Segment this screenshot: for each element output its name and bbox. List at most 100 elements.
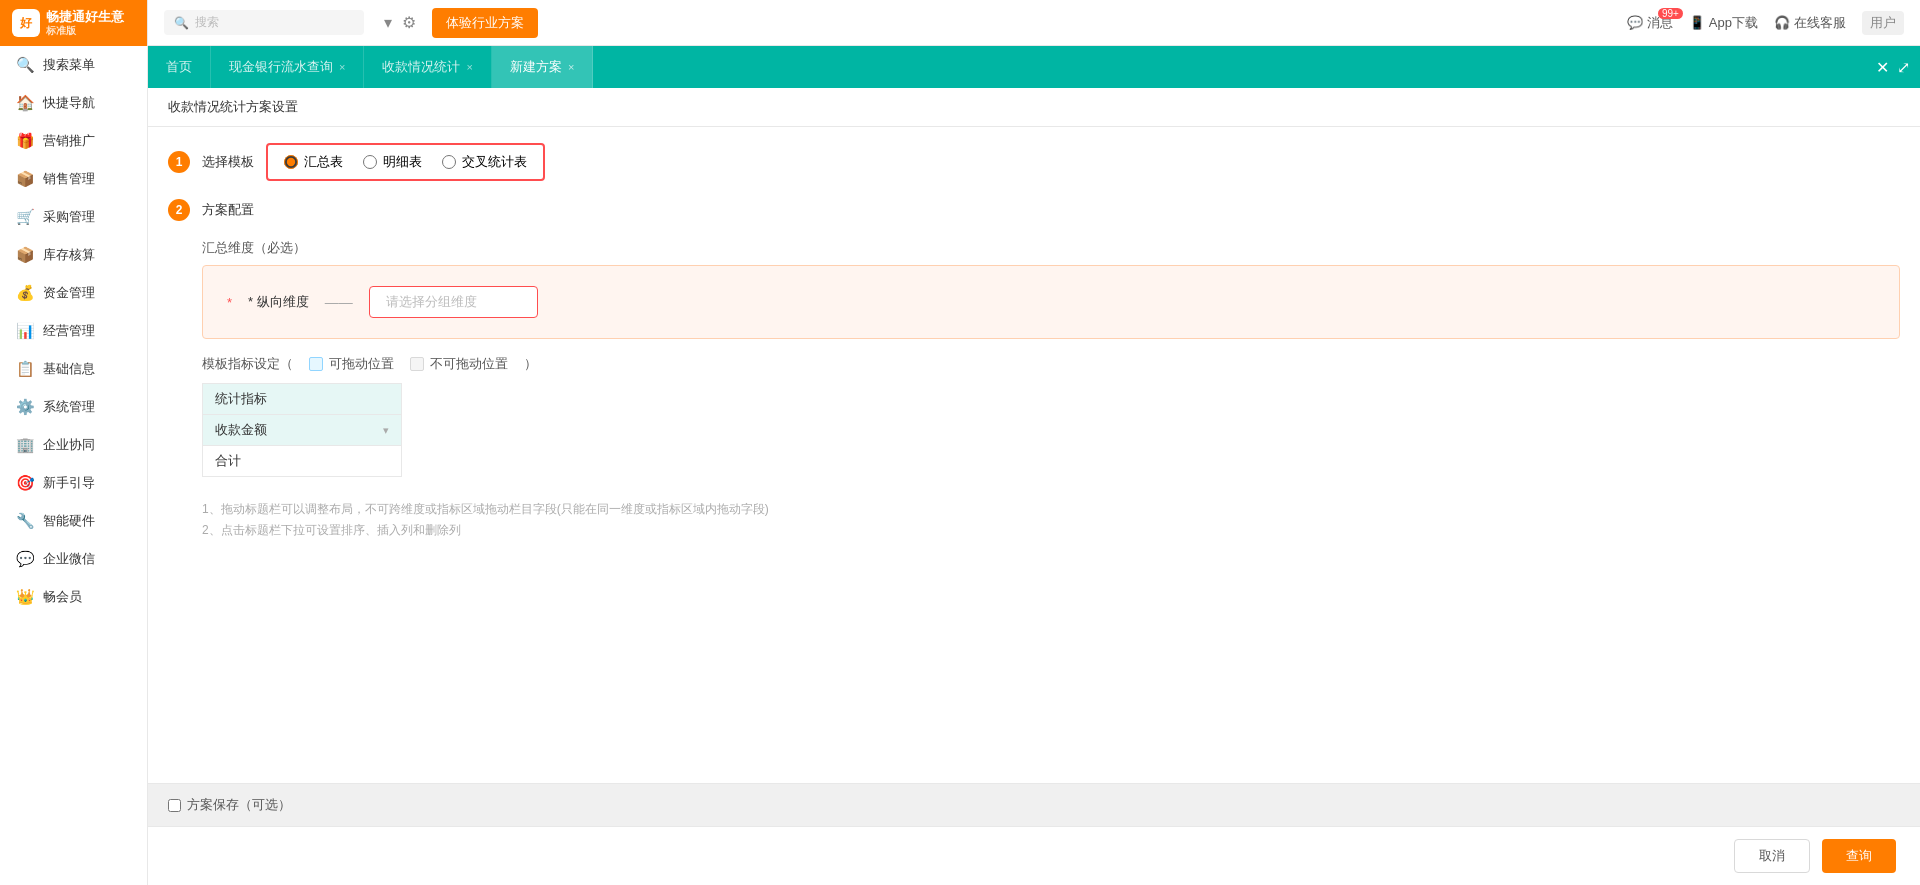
sidebar-marketing-label: 营销推广	[43, 132, 95, 150]
sidebar-item-wechat[interactable]: 💬 企业微信	[0, 540, 147, 578]
save-label: 方案保存（可选）	[187, 796, 291, 814]
sidebar-sales-label: 销售管理	[43, 170, 95, 188]
legend-fixed: 不可拖动位置	[410, 355, 508, 373]
chevron-down-icon[interactable]: ▾	[384, 13, 392, 32]
sidebar-item-collab[interactable]: 🏢 企业协同	[0, 426, 147, 464]
app-download-btn[interactable]: 📱 App下载	[1689, 14, 1758, 32]
purchase-icon: 🛒	[16, 208, 35, 226]
sidebar-search-label: 搜索菜单	[43, 56, 95, 74]
tab-cashflow-label: 现金银行流水查询	[229, 58, 333, 76]
sidebar-item-inventory[interactable]: 📦 库存核算	[0, 236, 147, 274]
service-icon: 🎧	[1774, 15, 1790, 30]
topbar-right: 💬 99+ 消息 📱 App下载 🎧 在线客服 用户	[1627, 11, 1904, 35]
sidebar-item-search[interactable]: 🔍 搜索菜单	[0, 46, 147, 84]
dropdown-arrow-icon[interactable]: ▾	[383, 424, 389, 437]
radio-detail-label: 明细表	[383, 153, 422, 171]
sidebar-item-marketing[interactable]: 🎁 营销推广	[0, 122, 147, 160]
indicator-section: 模板指标设定（ 可拖动位置 不可拖动位置 ）	[202, 355, 1900, 477]
content-area: 收款情况统计方案设置 1 选择模板 汇总表 明细表	[148, 88, 1920, 826]
sidebar-item-nav[interactable]: 🏠 快捷导航	[0, 84, 147, 122]
radio-cross-label: 交叉统计表	[462, 153, 527, 171]
save-checkbox[interactable]	[168, 799, 181, 812]
settings-icon[interactable]: ⚙	[402, 13, 416, 32]
collab-icon: 🏢	[16, 436, 35, 454]
message-icon: 💬	[1627, 15, 1643, 30]
tab-receivables[interactable]: 收款情况统计 ×	[364, 46, 491, 88]
message-btn[interactable]: 💬 99+ 消息	[1627, 14, 1673, 32]
message-badge: 99+	[1658, 8, 1683, 19]
logo-text: 畅捷通好生意	[46, 9, 124, 25]
tabbar-close-btn[interactable]: ✕	[1876, 58, 1889, 77]
cancel-button[interactable]: 取消	[1734, 839, 1810, 873]
sidebar-item-basic[interactable]: 📋 基础信息	[0, 350, 147, 388]
sidebar-item-guide[interactable]: 🎯 新手引导	[0, 464, 147, 502]
indicator-table: 统计指标 收款金额 ▾ 合计	[202, 383, 402, 477]
query-button[interactable]: 查询	[1822, 839, 1896, 873]
topbar-search-icon: 🔍	[174, 16, 189, 30]
sidebar-purchase-label: 采购管理	[43, 208, 95, 226]
radio-cross[interactable]: 交叉统计表	[442, 153, 527, 171]
step2-label: 方案配置	[202, 201, 254, 219]
sidebar-basic-label: 基础信息	[43, 360, 95, 378]
app-download-label: App下载	[1709, 14, 1758, 32]
sidebar-inventory-label: 库存核算	[43, 246, 95, 264]
topbar-search-box[interactable]: 🔍 搜索	[164, 10, 364, 35]
step2-row: 2 方案配置	[168, 199, 1900, 221]
radio-cross-input[interactable]	[442, 155, 456, 169]
search-icon: 🔍	[16, 56, 35, 74]
online-service-btn[interactable]: 🎧 在线客服	[1774, 14, 1846, 32]
footer-save: 方案保存（可选）	[148, 783, 1920, 826]
trial-btn[interactable]: 体验行业方案	[432, 8, 538, 38]
sidebar-member-label: 畅会员	[43, 588, 82, 606]
tab-cashflow-close[interactable]: ×	[339, 61, 345, 73]
radio-detail[interactable]: 明细表	[363, 153, 422, 171]
sidebar-collab-label: 企业协同	[43, 436, 95, 454]
sidebar-item-finance[interactable]: 💰 资金管理	[0, 274, 147, 312]
topbar: 🔍 搜索 ▾ ⚙ 体验行业方案 💬 99+ 消息 📱 App下载 🎧 在线客服 …	[148, 0, 1920, 46]
radio-summary-input[interactable]	[284, 155, 298, 169]
step2-section: 2 方案配置 汇总维度（必选） * * 纵向维度 —— 请选择分组维度	[168, 199, 1900, 539]
step1-row: 1 选择模板 汇总表 明细表 交叉统计表	[168, 143, 1900, 181]
tab-cashflow[interactable]: 现金银行流水查询 ×	[211, 46, 364, 88]
dimension-select[interactable]: 请选择分组维度	[369, 286, 538, 318]
sidebar-guide-label: 新手引导	[43, 474, 95, 492]
tab-new-plan[interactable]: 新建方案 ×	[492, 46, 593, 88]
basic-icon: 📋	[16, 360, 35, 378]
sidebar-item-member[interactable]: 👑 畅会员	[0, 578, 147, 616]
template-selection-box: 汇总表 明细表 交叉统计表	[266, 143, 545, 181]
tab-receivables-close[interactable]: ×	[466, 61, 472, 73]
page-header: 收款情况统计方案设置	[148, 88, 1920, 127]
sidebar-hardware-label: 智能硬件	[43, 512, 95, 530]
indicator-cell-amount[interactable]: 收款金额 ▾	[203, 415, 401, 446]
close-paren: ）	[524, 355, 537, 373]
user-avatar[interactable]: 用户	[1862, 11, 1904, 35]
radio-detail-input[interactable]	[363, 155, 377, 169]
main-area: 🔍 搜索 ▾ ⚙ 体验行业方案 💬 99+ 消息 📱 App下载 🎧 在线客服 …	[148, 0, 1920, 885]
movable-box	[309, 357, 323, 371]
tab-new-plan-close[interactable]: ×	[568, 61, 574, 73]
sidebar-item-operation[interactable]: 📊 经营管理	[0, 312, 147, 350]
dimension-placeholder: 请选择分组维度	[386, 294, 477, 309]
page-body: 1 选择模板 汇总表 明细表 交叉统计表	[148, 127, 1920, 783]
sidebar-item-sales[interactable]: 📦 销售管理	[0, 160, 147, 198]
radio-summary[interactable]: 汇总表	[284, 153, 343, 171]
page-title: 收款情况统计方案设置	[168, 99, 298, 114]
topbar-icons: ▾ ⚙	[384, 13, 416, 32]
indicator-title: 模板指标设定（	[202, 355, 293, 373]
tabbar-expand-btn[interactable]: ⤢	[1897, 58, 1910, 77]
sales-icon: 📦	[16, 170, 35, 188]
sidebar-item-system[interactable]: ⚙️ 系统管理	[0, 388, 147, 426]
finance-icon: 💰	[16, 284, 35, 302]
sidebar-item-purchase[interactable]: 🛒 采购管理	[0, 198, 147, 236]
hardware-icon: 🔧	[16, 512, 35, 530]
tab-home[interactable]: 首页	[148, 46, 211, 88]
save-checkbox-label[interactable]: 方案保存（可选）	[168, 796, 291, 814]
required-star: *	[227, 295, 232, 310]
online-service-label: 在线客服	[1794, 14, 1846, 32]
tab-receivables-label: 收款情况统计	[382, 58, 460, 76]
step1-label: 选择模板	[202, 153, 254, 171]
arrow-icon: ——	[325, 294, 353, 310]
legend-movable: 可拖动位置	[309, 355, 394, 373]
dimension-title: 汇总维度（必选）	[202, 239, 1900, 257]
sidebar-item-hardware[interactable]: 🔧 智能硬件	[0, 502, 147, 540]
